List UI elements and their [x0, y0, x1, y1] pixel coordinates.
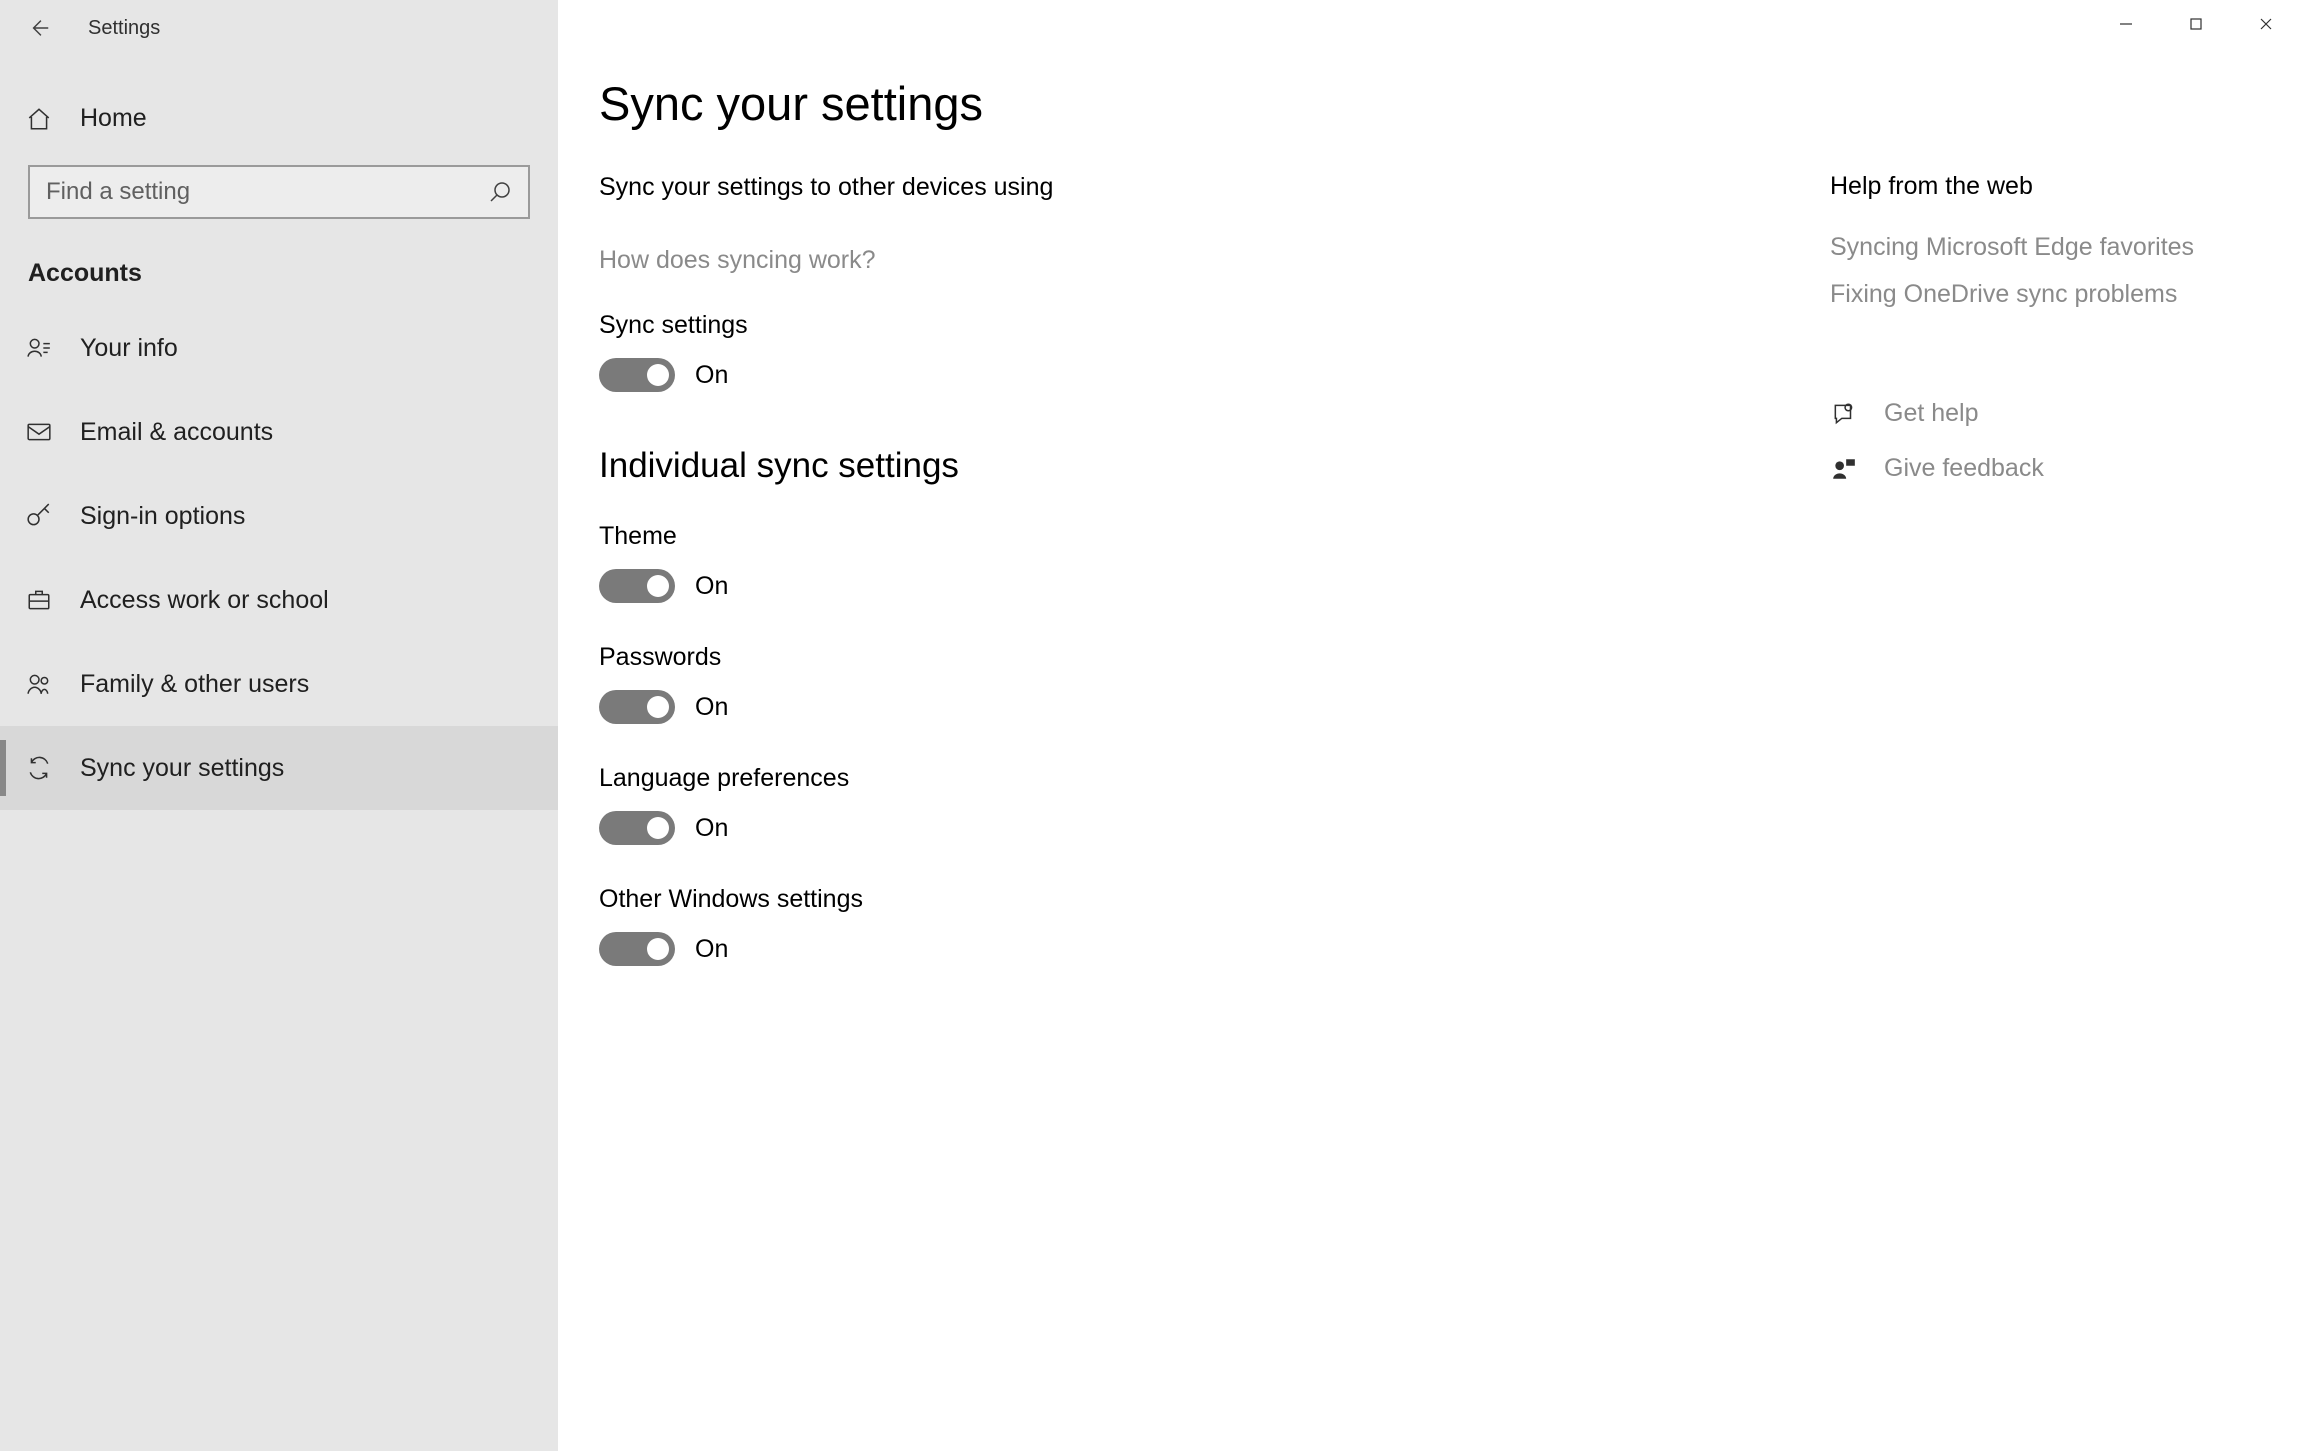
- help-link-onedrive-sync[interactable]: Fixing OneDrive sync problems: [1830, 280, 2250, 309]
- people-icon: [26, 671, 52, 697]
- main-area: Sync your settings Sync your settings to…: [558, 0, 2301, 1451]
- how-syncing-works-link[interactable]: How does syncing work?: [599, 246, 1749, 275]
- other-windows-settings-state: On: [695, 935, 728, 964]
- titlebar-left: Settings: [0, 0, 558, 56]
- sidebar-item-label: Sign-in options: [80, 502, 245, 531]
- home-icon: [26, 106, 52, 132]
- search-box[interactable]: [28, 165, 530, 219]
- sidebar-item-access-work-school[interactable]: Access work or school: [0, 558, 558, 642]
- other-windows-settings-toggle[interactable]: [599, 932, 675, 966]
- theme-toggle[interactable]: [599, 569, 675, 603]
- sidebar-item-home[interactable]: Home: [0, 84, 558, 153]
- briefcase-icon: [26, 587, 52, 613]
- close-icon: [2258, 16, 2274, 32]
- passwords-label: Passwords: [599, 643, 1749, 672]
- back-arrow-icon: [29, 17, 51, 39]
- page-title: Sync your settings: [599, 76, 1749, 131]
- minimize-button[interactable]: [2091, 0, 2161, 48]
- sidebar-item-label: Your info: [80, 334, 178, 363]
- give-feedback-link[interactable]: Give feedback: [1830, 454, 2250, 483]
- language-preferences-label: Language preferences: [599, 764, 1749, 793]
- search-input[interactable]: [46, 178, 488, 206]
- help-title: Help from the web: [1830, 172, 2250, 201]
- sync-description: Sync your settings to other devices usin…: [599, 173, 1749, 202]
- content: Sync your settings Sync your settings to…: [599, 76, 1749, 1006]
- theme-label: Theme: [599, 522, 1749, 551]
- search-icon: [488, 180, 512, 204]
- back-button[interactable]: [20, 8, 60, 48]
- sidebar-item-label: Access work or school: [80, 586, 329, 615]
- theme-state: On: [695, 572, 728, 601]
- language-preferences-toggle[interactable]: [599, 811, 675, 845]
- key-icon: [26, 503, 52, 529]
- sidebar: Settings Home Accounts Your info Email &…: [0, 0, 558, 1451]
- category-header: Accounts: [0, 219, 558, 306]
- other-windows-settings-toggle-row: On: [599, 932, 1749, 966]
- theme-toggle-row: On: [599, 569, 1749, 603]
- maximize-button[interactable]: [2161, 0, 2231, 48]
- sidebar-item-signin-options[interactable]: Sign-in options: [0, 474, 558, 558]
- give-feedback-label: Give feedback: [1884, 454, 2044, 483]
- sync-settings-state: On: [695, 361, 728, 390]
- get-help-label: Get help: [1884, 399, 1979, 428]
- get-help-link[interactable]: Get help: [1830, 399, 2250, 428]
- sync-settings-toggle-row: On: [599, 358, 1749, 392]
- sync-settings-toggle[interactable]: [599, 358, 675, 392]
- minimize-icon: [2118, 16, 2134, 32]
- search-wrap: [28, 165, 530, 219]
- passwords-toggle-row: On: [599, 690, 1749, 724]
- close-button[interactable]: [2231, 0, 2301, 48]
- home-label: Home: [80, 104, 147, 133]
- other-windows-settings-label: Other Windows settings: [599, 885, 1749, 914]
- sidebar-item-label: Email & accounts: [80, 418, 273, 447]
- mail-icon: [26, 419, 52, 445]
- app-title: Settings: [88, 17, 160, 40]
- sidebar-item-label: Sync your settings: [80, 754, 284, 783]
- help-panel: Help from the web Syncing Microsoft Edge…: [1830, 172, 2250, 509]
- sidebar-item-sync-settings[interactable]: Sync your settings: [0, 726, 558, 810]
- feedback-icon: [1830, 457, 1858, 481]
- sync-settings-label: Sync settings: [599, 311, 1749, 340]
- sidebar-item-label: Family & other users: [80, 670, 309, 699]
- sidebar-item-email-accounts[interactable]: Email & accounts: [0, 390, 558, 474]
- help-link-edge-favorites[interactable]: Syncing Microsoft Edge favorites: [1830, 233, 2250, 262]
- get-help-icon: [1830, 402, 1858, 426]
- sync-icon: [26, 755, 52, 781]
- person-card-icon: [26, 335, 52, 361]
- sidebar-item-family-users[interactable]: Family & other users: [0, 642, 558, 726]
- window-controls: [2091, 0, 2301, 48]
- sidebar-item-your-info[interactable]: Your info: [0, 306, 558, 390]
- language-preferences-state: On: [695, 814, 728, 843]
- passwords-state: On: [695, 693, 728, 722]
- maximize-icon: [2188, 16, 2204, 32]
- passwords-toggle[interactable]: [599, 690, 675, 724]
- individual-sync-header: Individual sync settings: [599, 446, 1749, 486]
- language-preferences-toggle-row: On: [599, 811, 1749, 845]
